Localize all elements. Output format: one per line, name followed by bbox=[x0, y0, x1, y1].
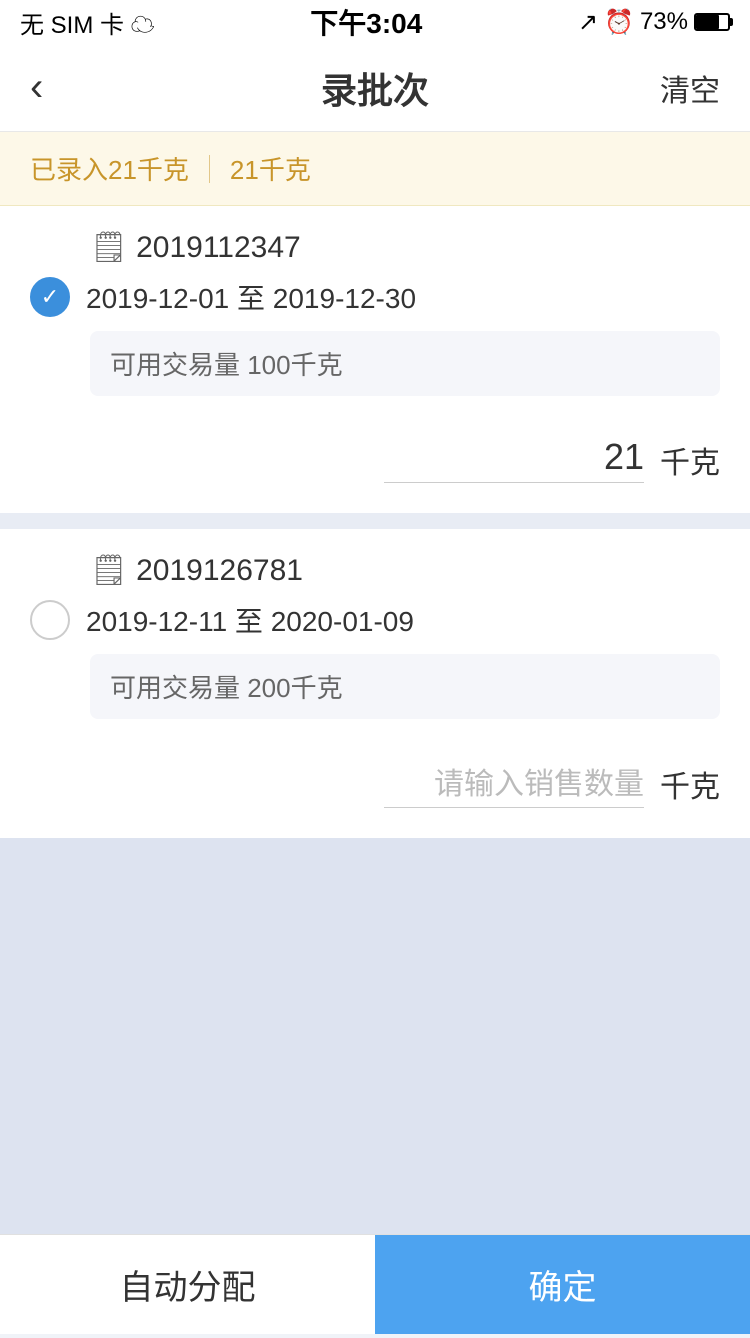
batch-id-1: 2019112347 bbox=[136, 231, 301, 265]
quantity-input-wrap-1: 21 bbox=[30, 436, 644, 483]
batch-item-1: 🗒 2019112347 2019-12-01 至 2019-12-30 可用交… bbox=[0, 206, 750, 416]
battery-label: 73% bbox=[640, 8, 688, 36]
qty-row-wrapper-1: 21 千克 bbox=[0, 416, 750, 513]
status-left: 无 SIM 卡 ☁ bbox=[20, 5, 155, 40]
radio-button-2[interactable] bbox=[30, 600, 70, 640]
bottom-buttons: 自动分配 确定 bbox=[0, 1234, 750, 1334]
batch-id-row-1: 🗒 2019112347 bbox=[90, 230, 720, 265]
quantity-unit-1: 千克 bbox=[660, 438, 720, 482]
banner-divider bbox=[209, 155, 210, 183]
quantity-underline-2 bbox=[384, 807, 644, 808]
batch-date-row-2[interactable]: 2019-12-11 至 2020-01-09 bbox=[30, 600, 720, 640]
location-icon: ↗ bbox=[578, 8, 598, 37]
qty-row-wrapper-2: 请输入销售数量 千克 bbox=[0, 739, 750, 838]
auto-distribute-button[interactable]: 自动分配 bbox=[0, 1235, 375, 1334]
bottom-area bbox=[0, 838, 750, 1238]
status-time: 下午3:04 bbox=[310, 2, 422, 42]
batch-id-2: 2019126781 bbox=[136, 554, 303, 588]
back-button[interactable]: ‹ bbox=[30, 65, 90, 110]
status-bar: 无 SIM 卡 ☁ 下午3:04 ↗ ⏰ 73% bbox=[0, 0, 750, 44]
batch-available-1: 可用交易量 100千克 bbox=[90, 331, 720, 396]
batch-card-2: 🗒 2019126781 2019-12-11 至 2020-01-09 可用交… bbox=[0, 529, 750, 838]
batch-doc-icon-1: 🗒 bbox=[90, 230, 128, 265]
quantity-placeholder-2: 请输入销售数量 bbox=[434, 759, 644, 803]
radio-button-1[interactable] bbox=[30, 277, 70, 317]
sim-label: 无 SIM 卡 ☁ bbox=[20, 5, 155, 40]
clear-button[interactable]: 清空 bbox=[660, 66, 720, 110]
quantity-line-1: 21 千克 bbox=[30, 426, 720, 493]
batch-card-1: 🗒 2019112347 2019-12-01 至 2019-12-30 可用交… bbox=[0, 206, 750, 513]
section-divider bbox=[0, 513, 750, 529]
info-banner: 已录入21千克 21千克 bbox=[0, 132, 750, 206]
battery-icon bbox=[694, 13, 730, 31]
nav-bar: ‹ 录批次 清空 bbox=[0, 44, 750, 132]
quantity-underline-1 bbox=[384, 482, 644, 483]
recorded-amount-label: 已录入21千克 bbox=[30, 150, 189, 187]
status-right: ↗ ⏰ 73% bbox=[578, 8, 730, 37]
batch-doc-icon-2: 🗒 bbox=[90, 553, 128, 588]
recorded-amount-value: 21千克 bbox=[230, 150, 311, 187]
alarm-icon: ⏰ bbox=[604, 8, 634, 37]
quantity-line-2: 请输入销售数量 千克 bbox=[30, 749, 720, 818]
batch-available-2: 可用交易量 200千克 bbox=[90, 654, 720, 719]
page-title: 录批次 bbox=[321, 62, 429, 114]
batch-date-2: 2019-12-11 至 2020-01-09 bbox=[86, 600, 414, 640]
quantity-input-wrap-2: 请输入销售数量 bbox=[30, 759, 644, 808]
confirm-button[interactable]: 确定 bbox=[375, 1235, 750, 1334]
batch-item-2: 🗒 2019126781 2019-12-11 至 2020-01-09 可用交… bbox=[0, 529, 750, 739]
batch-id-row-2: 🗒 2019126781 bbox=[90, 553, 720, 588]
batch-date-row-1[interactable]: 2019-12-01 至 2019-12-30 bbox=[30, 277, 720, 317]
quantity-value-1: 21 bbox=[604, 436, 644, 478]
quantity-unit-2: 千克 bbox=[660, 762, 720, 806]
batch-date-1: 2019-12-01 至 2019-12-30 bbox=[86, 277, 416, 317]
main-content: 已录入21千克 21千克 🗒 2019112347 2019-12-01 至 2… bbox=[0, 132, 750, 1338]
